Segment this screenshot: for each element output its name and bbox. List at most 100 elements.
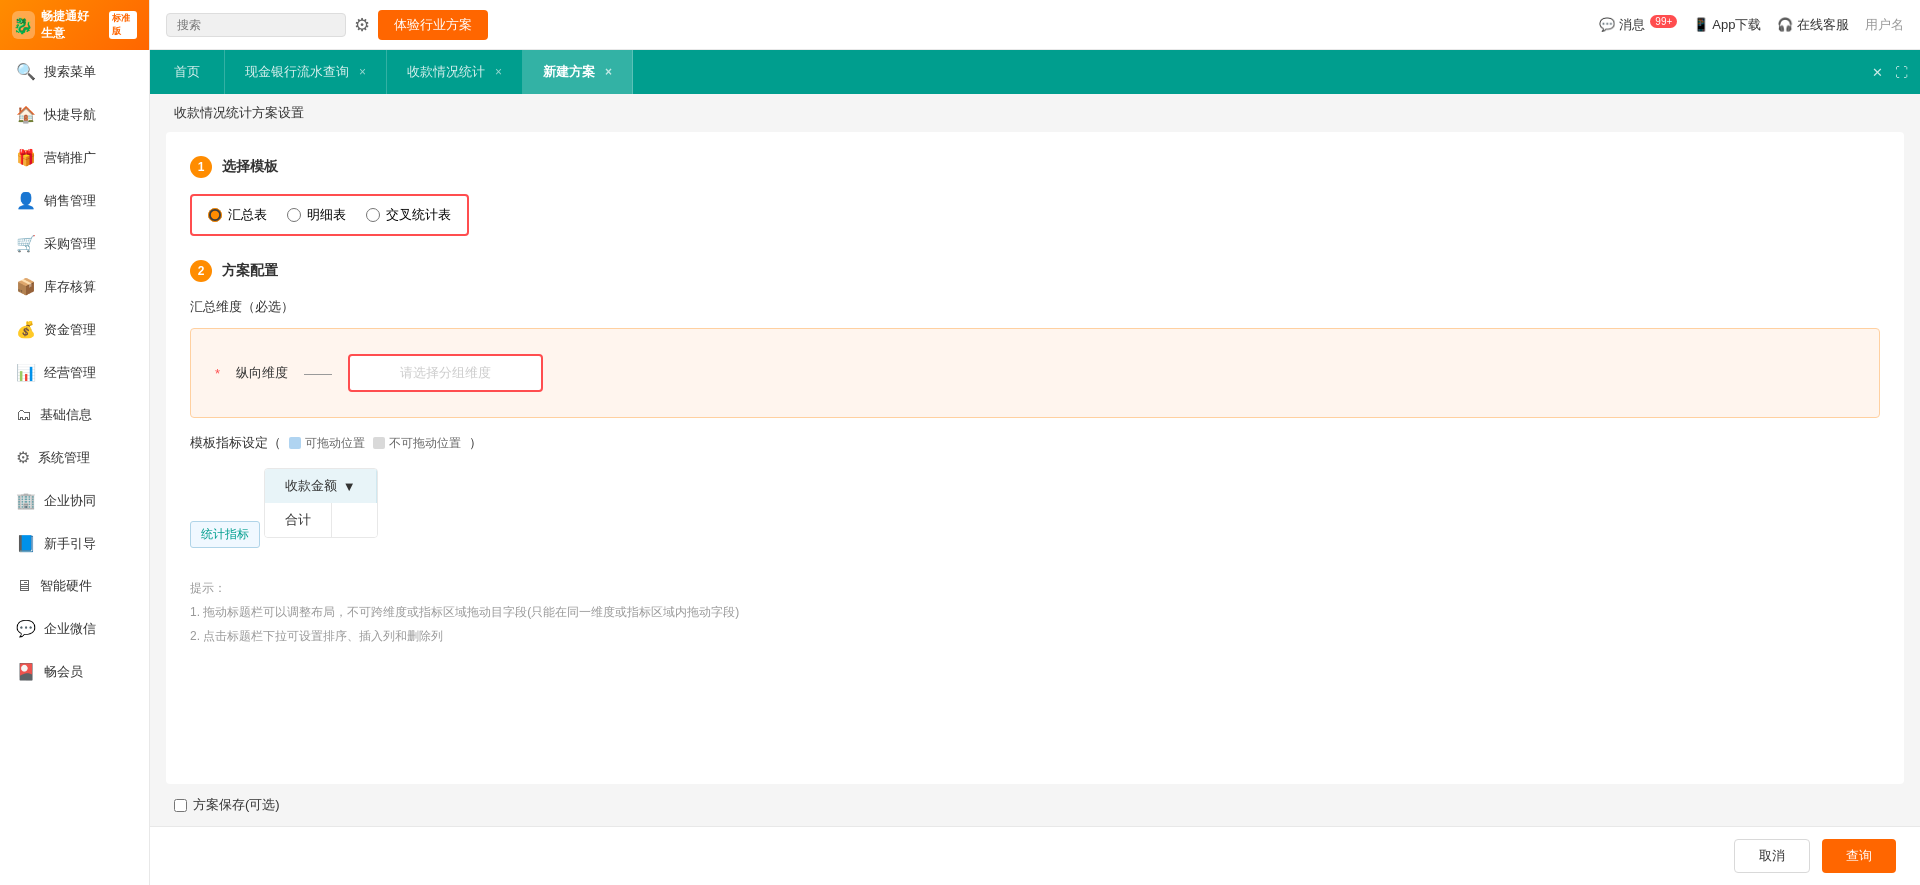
sidebar-item-basic[interactable]: 🗂 基础信息	[0, 394, 149, 436]
sidebar-item-member[interactable]: 🎴 畅会员	[0, 650, 149, 693]
sidebar-item-wechat[interactable]: 💬 企业微信	[0, 607, 149, 650]
tab-bank-flow[interactable]: 现金银行流水查询 ×	[225, 50, 387, 94]
sidebar-item-label: 快捷导航	[44, 106, 96, 124]
tab-home-label: 首页	[174, 63, 200, 81]
message-icon: 💬	[1599, 17, 1615, 32]
chat-icon: 💬	[16, 619, 36, 638]
logo: 🐉 畅捷通好生意 标准版	[0, 0, 149, 50]
service-area[interactable]: 🎧 在线客服	[1777, 16, 1849, 34]
save-option-label: 方案保存(可选)	[193, 796, 280, 814]
dimension-area: * 纵向维度 —— 请选择分组维度	[190, 328, 1880, 418]
sidebar-item-search-menu[interactable]: 🔍 搜索菜单	[0, 50, 149, 93]
box-icon: 📦	[16, 277, 36, 296]
tab-close-all-icon[interactable]: ✕	[1872, 65, 1883, 80]
step2-section: 2 方案配置 汇总维度（必选） * 纵向维度 —— 请选择分组维度 模板	[190, 260, 1880, 648]
draggable-label: 可拖动位置	[305, 435, 365, 452]
settings-icon[interactable]: ⚙	[354, 14, 370, 36]
sidebar-item-purchase[interactable]: 🛒 采购管理	[0, 222, 149, 265]
sidebar-item-operation[interactable]: 📊 经营管理	[0, 351, 149, 394]
money-icon: 💰	[16, 320, 36, 339]
logo-text: 畅捷通好生意	[41, 8, 99, 42]
save-option[interactable]: 方案保存(可选)	[174, 796, 280, 814]
sidebar-item-quick-nav[interactable]: 🏠 快捷导航	[0, 93, 149, 136]
username: 用户名	[1865, 16, 1904, 34]
tab-receipt-stats-close[interactable]: ×	[495, 65, 502, 79]
stats-col1-header[interactable]: 收款金额 ▼	[265, 469, 377, 503]
stats-body-row: 合计	[265, 503, 377, 537]
step1-number: 1	[190, 156, 212, 178]
stats-col1-body: 合计	[265, 503, 332, 537]
tab-new-plan[interactable]: 新建方案 ×	[523, 50, 633, 94]
sidebar-item-label: 新手引导	[44, 535, 96, 553]
top-header: ⚙ 体验行业方案 💬 消息 99+ 📱 App下载 🎧 在线客服 用户名	[150, 0, 1920, 50]
step2-title: 方案配置	[222, 262, 278, 280]
sidebar-item-enterprise[interactable]: 🏢 企业协同	[0, 479, 149, 522]
save-checkbox[interactable]	[174, 799, 187, 812]
header-left: ⚙ 体验行业方案	[166, 10, 488, 40]
sidebar-item-finance[interactable]: 💰 资金管理	[0, 308, 149, 351]
sidebar-item-label: 库存核算	[44, 278, 96, 296]
tab-receipt-stats-label: 收款情况统计	[407, 63, 485, 81]
sidebar-item-label: 畅会员	[44, 663, 83, 681]
sidebar-item-system[interactable]: ⚙ 系统管理	[0, 436, 149, 479]
download-area[interactable]: 📱 App下载	[1693, 16, 1761, 34]
notification-area[interactable]: 💬 消息 99+	[1599, 16, 1677, 34]
stats-container: 统计指标 收款金额 ▼ 合计	[190, 464, 1880, 556]
template-option-summary[interactable]: 汇总表	[208, 206, 267, 224]
metrics-close-paren: ）	[469, 434, 482, 452]
crosstab-label: 交叉统计表	[386, 206, 451, 224]
tab-receipt-stats[interactable]: 收款情况统计 ×	[387, 50, 523, 94]
trial-btn[interactable]: 体验行业方案	[378, 10, 488, 40]
query-button[interactable]: 查询	[1822, 839, 1896, 873]
tab-new-plan-close[interactable]: ×	[605, 65, 612, 79]
chart-icon: 📊	[16, 363, 36, 382]
radio-detail[interactable]	[287, 208, 301, 222]
sidebar-item-smart-hw[interactable]: 🖥 智能硬件	[0, 565, 149, 607]
sidebar-item-sales[interactable]: 👤 销售管理	[0, 179, 149, 222]
step2-number: 2	[190, 260, 212, 282]
home-icon: 🏠	[16, 105, 36, 124]
logo-icon: 🐉	[12, 11, 35, 39]
sidebar-item-inventory[interactable]: 📦 库存核算	[0, 265, 149, 308]
notif-label: 消息	[1619, 17, 1645, 32]
folder-icon: 🗂	[16, 406, 32, 424]
cart-icon: 🛒	[16, 234, 36, 253]
page-title: 收款情况统计方案设置	[150, 94, 1920, 132]
tab-bar-actions: ✕ ⛶	[1860, 50, 1920, 94]
book-icon: 📘	[16, 534, 36, 553]
download-icon: 📱	[1693, 17, 1709, 32]
stats-section-label: 统计指标	[190, 521, 260, 548]
sidebar-item-label: 系统管理	[38, 449, 90, 467]
dimension-section-title: 汇总维度（必选）	[190, 298, 1880, 316]
radio-summary[interactable]	[208, 208, 222, 222]
tab-bank-flow-label: 现金银行流水查询	[245, 63, 349, 81]
notif-count: 99+	[1650, 15, 1677, 28]
sidebar-item-label: 资金管理	[44, 321, 96, 339]
sidebar-item-label: 企业协同	[44, 492, 96, 510]
dimension-select[interactable]: 请选择分组维度	[348, 354, 543, 392]
dimension-row: * 纵向维度 —— 请选择分组维度	[215, 354, 1855, 392]
step1-header: 1 选择模板	[190, 156, 1880, 178]
hint-item-1: 1. 拖动标题栏可以调整布局，不可跨维度或指标区域拖动目字段(只能在同一维度或指…	[190, 600, 1880, 624]
template-option-detail[interactable]: 明细表	[287, 206, 346, 224]
non-draggable-badge: 不可拖动位置	[373, 435, 461, 452]
footer-bar: 取消 查询	[150, 826, 1920, 885]
tab-home[interactable]: 首页	[150, 50, 225, 94]
gift-icon: 🎁	[16, 148, 36, 167]
radio-crosstab[interactable]	[366, 208, 380, 222]
hint-section: 提示： 1. 拖动标题栏可以调整布局，不可跨维度或指标区域拖动目字段(只能在同一…	[190, 576, 1880, 648]
sidebar-item-marketing[interactable]: 🎁 营销推广	[0, 136, 149, 179]
vertical-dimension-label: 纵向维度	[236, 364, 288, 382]
search-input[interactable]	[166, 13, 346, 37]
sidebar-item-label: 搜索菜单	[44, 63, 96, 81]
template-radio-group: 汇总表 明细表 交叉统计表	[208, 206, 451, 224]
detail-label: 明细表	[307, 206, 346, 224]
tab-bank-flow-close[interactable]: ×	[359, 65, 366, 79]
building-icon: 🏢	[16, 491, 36, 510]
cancel-button[interactable]: 取消	[1734, 839, 1810, 873]
template-option-crosstab[interactable]: 交叉统计表	[366, 206, 451, 224]
sidebar-item-label: 销售管理	[44, 192, 96, 210]
tab-expand-icon[interactable]: ⛶	[1895, 65, 1908, 80]
service-label: 在线客服	[1797, 17, 1849, 32]
sidebar-item-guide[interactable]: 📘 新手引导	[0, 522, 149, 565]
